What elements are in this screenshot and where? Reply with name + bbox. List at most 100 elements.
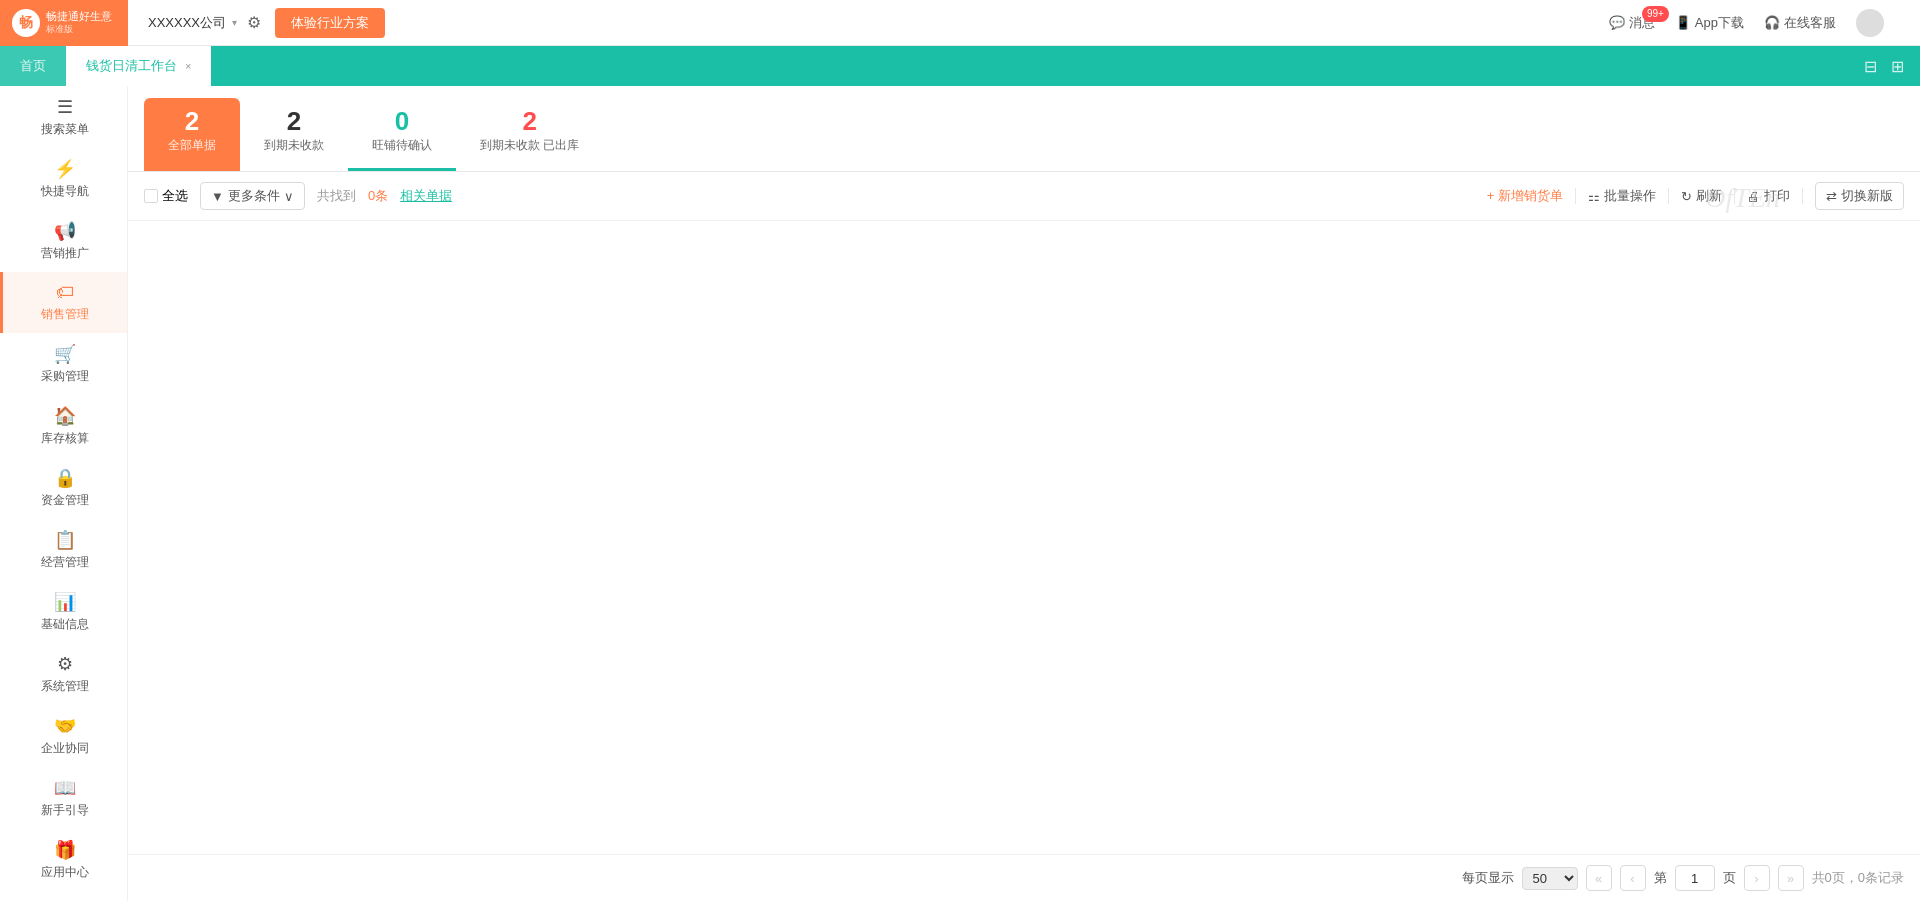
finance-icon: 🔒 <box>54 467 76 489</box>
app-download-label: App下载 <box>1695 14 1744 32</box>
found-text-prefix: 共找到 <box>317 187 356 205</box>
stat-card-shipped[interactable]: 2 到期未收款 已出库 <box>456 98 603 171</box>
prev-page-button[interactable]: ‹ <box>1620 865 1646 891</box>
found-count: 0条 <box>368 187 388 205</box>
next-page-button[interactable]: › <box>1744 865 1770 891</box>
first-page-button[interactable]: « <box>1586 865 1612 891</box>
batch-operation-button[interactable]: ⚏ 批量操作 <box>1588 187 1656 205</box>
toolbar-right: + 新增销货单 ⚏ 批量操作 ↻ 刷新 🖨 打印 ⇄ <box>1487 182 1904 210</box>
tab-close-icon[interactable]: × <box>185 60 191 72</box>
message-icon: 💬 <box>1609 15 1625 30</box>
stat-label-all: 全部单据 <box>168 137 216 154</box>
stat-card-all[interactable]: 2 全部单据 <box>144 98 240 171</box>
message-button[interactable]: 💬 消息 99+ <box>1609 14 1655 32</box>
sidebar-item-label: 新手引导 <box>41 802 89 819</box>
avatar[interactable] <box>1856 9 1884 37</box>
app-center-icon: 🎁 <box>54 839 76 861</box>
sidebar-item-enterprise[interactable]: 🤝 企业协同 <box>0 705 127 767</box>
sidebar-item-corp-wechat[interactable]: 💬 企业微信 <box>0 891 127 901</box>
logo-icon: 畅 <box>12 9 40 37</box>
toolbar: 全选 ▼ 更多条件 ∨ 共找到 0条 相关单据 + 新增销货单 ⚏ 批量操作 ↻ <box>128 172 1920 221</box>
sidebar-item-purchase[interactable]: 🛒 采购管理 <box>0 333 127 395</box>
sidebar-item-system[interactable]: ⚙ 系统管理 <box>0 643 127 705</box>
refresh-button[interactable]: ↻ 刷新 <box>1681 187 1722 205</box>
stat-label-wangpu: 旺铺待确认 <box>372 137 432 154</box>
tab-bar-right: ⊟ ⊞ <box>1864 57 1920 76</box>
switch-label: 切换新版 <box>1841 187 1893 205</box>
sidebar-item-basic-info[interactable]: 📊 基础信息 <box>0 581 127 643</box>
enterprise-icon: 🤝 <box>54 715 76 737</box>
filter-icon: ▼ <box>211 189 224 204</box>
app-download-icon: 📱 <box>1675 15 1691 30</box>
related-orders-link[interactable]: 相关单据 <box>400 187 452 205</box>
toolbar-divider-3 <box>1734 188 1735 204</box>
refresh-label: 刷新 <box>1696 187 1722 205</box>
stat-num-all: 2 <box>185 106 199 137</box>
sidebar-item-newbie[interactable]: 📖 新手引导 <box>0 767 127 829</box>
next-page-icon: › <box>1754 871 1758 886</box>
last-page-icon: » <box>1787 871 1794 886</box>
filter-arrow: ∨ <box>284 189 294 204</box>
top-header: 畅 畅捷通好生意 标准版 XXXXXX公司 ▾ ⚙ 体验行业方案 💬 消息 99… <box>0 0 1920 46</box>
sidebar-item-search-menu[interactable]: ☰ 搜索菜单 <box>0 86 127 148</box>
headset-icon: 🎧 <box>1764 15 1780 30</box>
main-content: 2 全部单据 2 到期未收款 0 旺铺待确认 2 到期未收款 已出库 全选 <box>128 86 1920 901</box>
total-text: 共0页，0条记录 <box>1812 869 1904 887</box>
inventory-icon: 🏠 <box>54 405 76 427</box>
settings-button[interactable]: ⚙ <box>247 13 261 32</box>
toolbar-divider-2 <box>1668 188 1669 204</box>
sidebar-item-label: 搜索菜单 <box>41 121 89 138</box>
system-icon: ⚙ <box>57 653 73 675</box>
sidebar-item-label: 企业协同 <box>41 740 89 757</box>
batch-label: 批量操作 <box>1604 187 1656 205</box>
stat-card-overdue[interactable]: 2 到期未收款 <box>240 98 348 171</box>
sidebar-item-label: 库存核算 <box>41 430 89 447</box>
company-selector[interactable]: XXXXXX公司 ▾ <box>148 14 237 32</box>
tab-minimize-icon[interactable]: ⊟ <box>1864 57 1877 76</box>
sidebar-item-business[interactable]: 📋 经营管理 <box>0 519 127 581</box>
stat-num-wangpu: 0 <box>395 106 409 137</box>
tab-bar: 首页 钱货日清工作台 × ⊟ ⊞ <box>0 46 1920 86</box>
last-page-button[interactable]: » <box>1778 865 1804 891</box>
sidebar-item-label: 采购管理 <box>41 368 89 385</box>
tab-maximize-icon[interactable]: ⊞ <box>1891 57 1904 76</box>
page-number-input[interactable] <box>1675 865 1715 891</box>
logo-title: 畅捷通好生意 <box>46 9 112 23</box>
app-download-button[interactable]: 📱 App下载 <box>1675 14 1744 32</box>
switch-version-button[interactable]: ⇄ 切换新版 <box>1815 182 1904 210</box>
sidebar-item-quick-nav[interactable]: ⚡ 快捷导航 <box>0 148 127 210</box>
stat-card-wangpu[interactable]: 0 旺铺待确认 <box>348 98 456 171</box>
sidebar-item-sales[interactable]: 🏷 销售管理 <box>0 272 127 333</box>
print-button[interactable]: 🖨 打印 <box>1747 187 1790 205</box>
switch-icon: ⇄ <box>1826 189 1837 204</box>
filter-label: 更多条件 <box>228 187 280 205</box>
basic-info-icon: 📊 <box>54 591 76 613</box>
checkbox-box[interactable] <box>144 189 158 203</box>
toolbar-divider-1 <box>1575 188 1576 204</box>
first-page-icon: « <box>1595 871 1602 886</box>
add-sales-order-button[interactable]: + 新增销货单 <box>1487 187 1563 205</box>
page-suffix: 页 <box>1723 869 1736 887</box>
tab-active[interactable]: 钱货日清工作台 × <box>66 46 211 86</box>
newbie-icon: 📖 <box>54 777 76 799</box>
sidebar-item-label: 资金管理 <box>41 492 89 509</box>
page-label: 第 <box>1654 869 1667 887</box>
sidebar-item-marketing[interactable]: 📢 营销推广 <box>0 210 127 272</box>
sidebar-item-inventory[interactable]: 🏠 库存核算 <box>0 395 127 457</box>
batch-icon: ⚏ <box>1588 189 1600 204</box>
sidebar-item-finance[interactable]: 🔒 资金管理 <box>0 457 127 519</box>
sales-icon: 🏷 <box>56 282 74 303</box>
sidebar: ☰ 搜索菜单 ⚡ 快捷导航 📢 营销推广 🏷 销售管理 🛒 采购管理 🏠 库存核… <box>0 86 128 901</box>
stat-label-overdue: 到期未收款 <box>264 137 324 154</box>
sidebar-item-label: 基础信息 <box>41 616 89 633</box>
online-service-button[interactable]: 🎧 在线客服 <box>1764 14 1836 32</box>
select-all-checkbox[interactable]: 全选 <box>144 187 188 205</box>
sidebar-item-label: 销售管理 <box>41 306 89 323</box>
tab-home[interactable]: 首页 <box>0 46 66 86</box>
trial-button[interactable]: 体验行业方案 <box>275 8 385 38</box>
per-page-select[interactable]: 50 100 200 <box>1522 867 1578 890</box>
table-area: 每页显示 50 100 200 « ‹ 第 页 › <box>128 221 1920 901</box>
sidebar-item-label: 快捷导航 <box>41 183 89 200</box>
filter-button[interactable]: ▼ 更多条件 ∨ <box>200 182 305 210</box>
sidebar-item-app-center[interactable]: 🎁 应用中心 <box>0 829 127 891</box>
